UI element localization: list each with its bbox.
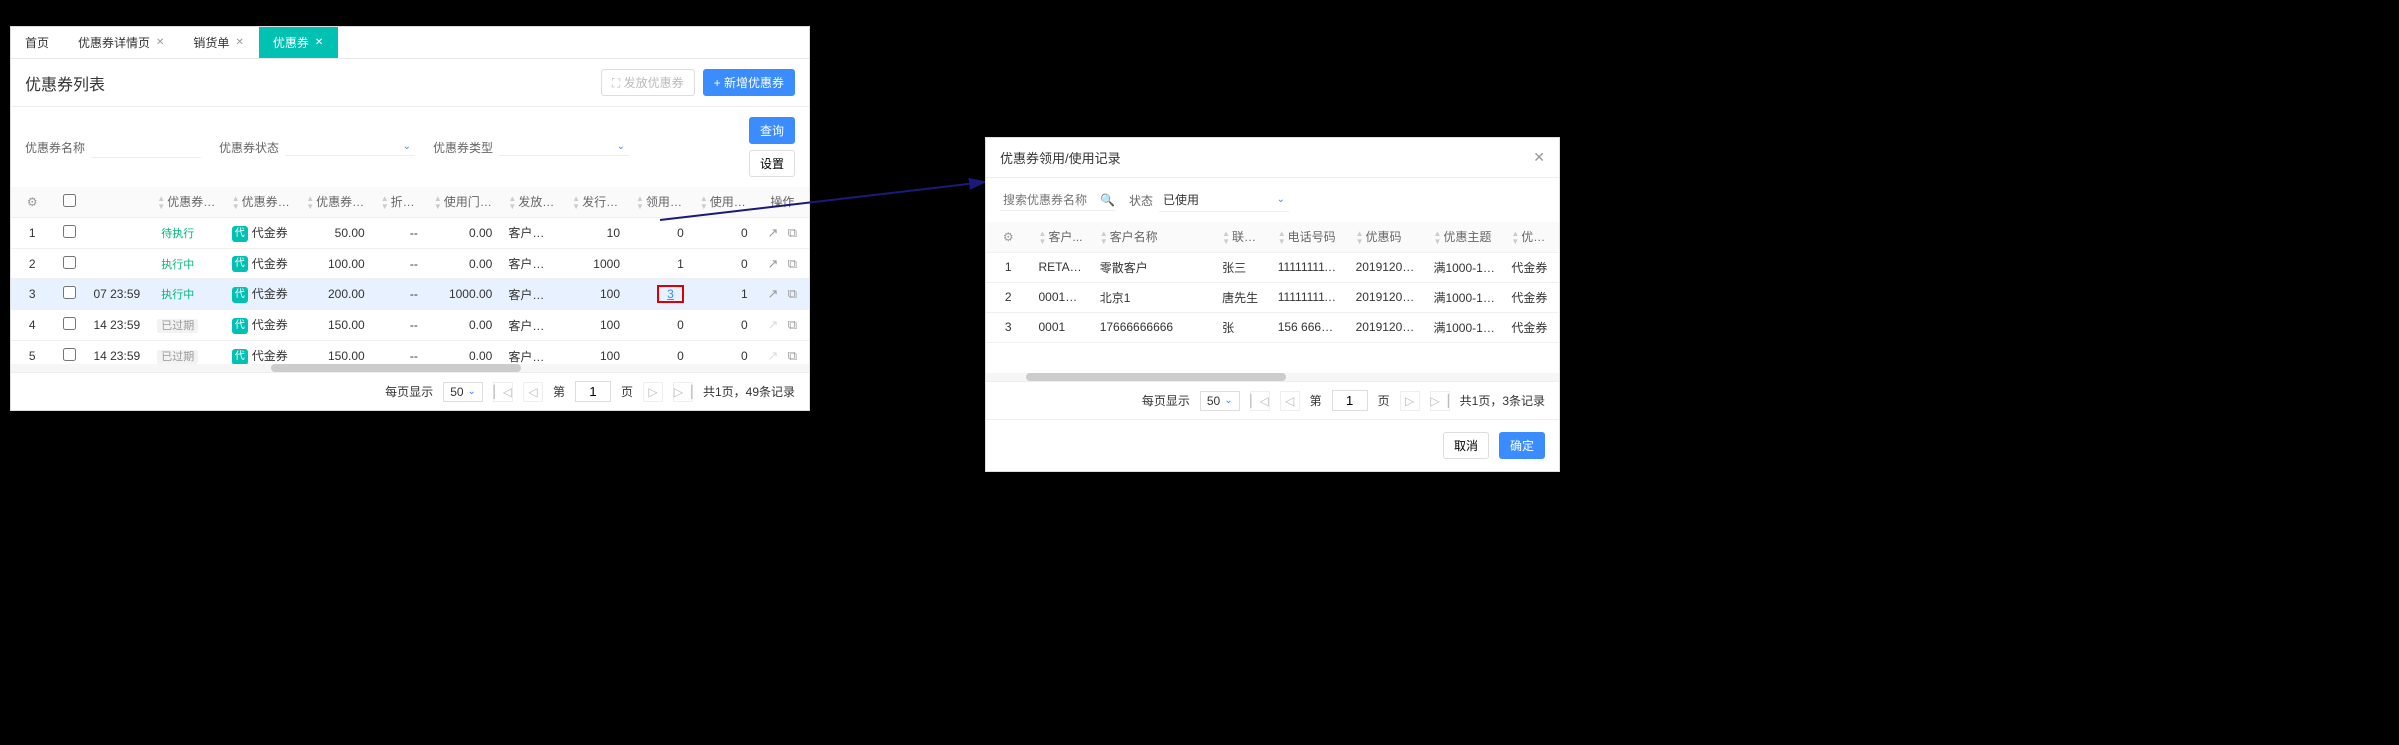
close-icon[interactable]: ✕ xyxy=(235,37,243,48)
distribute-coupon-button[interactable]: ⛶ 发放优惠券 xyxy=(601,69,695,96)
voucher-icon: 代 xyxy=(232,226,248,242)
select-all-checkbox[interactable] xyxy=(63,194,76,207)
query-button[interactable]: 查询 xyxy=(749,117,795,144)
chevron-down-icon: ⌄ xyxy=(1277,194,1285,205)
filter-status-label: 优惠券状态 xyxy=(219,139,279,156)
gear-icon[interactable] xyxy=(1003,230,1014,244)
qrcode-icon[interactable]: ⧉ xyxy=(788,317,797,332)
chevron-down-icon: ⌄ xyxy=(468,386,476,397)
modal-search-box: 🔍 xyxy=(1000,190,1115,211)
ok-button[interactable]: 确定 xyxy=(1499,432,1545,459)
page-input[interactable] xyxy=(575,381,611,402)
tab-首页[interactable]: 首页 xyxy=(11,27,64,58)
share-icon[interactable]: ↗ xyxy=(768,256,779,271)
filter-bar: 优惠券名称 优惠券状态 ⌄ 优惠券类型 ⌄ 查询 设置 xyxy=(11,107,809,187)
first-page-button[interactable]: ▏◁ xyxy=(493,382,513,402)
close-icon[interactable]: ✕ xyxy=(315,37,323,48)
chevron-down-icon: ⌄ xyxy=(617,141,625,152)
modal-per-page-select[interactable]: 50⌄ xyxy=(1200,391,1240,411)
qrcode-icon[interactable]: ⧉ xyxy=(788,286,797,301)
modal-title: 优惠券领用/使用记录 xyxy=(1000,148,1121,167)
share-icon[interactable]: ↗ xyxy=(768,286,779,301)
status-badge: 执行中 xyxy=(157,258,198,272)
claim-count-link[interactable]: 3 xyxy=(657,285,684,303)
next-page-button[interactable]: ▷ xyxy=(643,382,663,402)
share-icon: ↗ xyxy=(768,317,779,332)
share-icon: ↗ xyxy=(768,348,779,363)
horizontal-scrollbar[interactable] xyxy=(986,373,1559,381)
filter-status-select[interactable]: ⌄ xyxy=(285,138,415,156)
page-tabs: 首页优惠券详情页✕销货单✕优惠券✕ xyxy=(11,27,809,59)
tab-优惠券[interactable]: 优惠券✕ xyxy=(259,27,338,58)
horizontal-scrollbar[interactable] xyxy=(11,364,809,372)
gift-icon: ⛶ xyxy=(612,76,620,90)
chevron-down-icon: ⌄ xyxy=(403,141,411,152)
voucher-icon: 代 xyxy=(232,256,248,272)
last-page-button[interactable]: ▷▕ xyxy=(1430,391,1450,411)
pagination: 每页显示 50⌄ ▏◁ ◁ 第 页 ▷ ▷▕ 共1页，49条记录 xyxy=(11,372,809,410)
search-icon[interactable]: 🔍 xyxy=(1100,193,1115,207)
usage-record-modal: 优惠券领用/使用记录 ✕ 🔍 状态 已使用⌄ ▲▼客户... ▲▼客户名称 ▲▼… xyxy=(985,137,1560,472)
status-badge: 已过期 xyxy=(157,319,198,333)
table-row[interactable]: 4 14 23:59 已过期 代代金券 150.00 -- 0.00 客户领取 … xyxy=(11,310,809,341)
settings-button[interactable]: 设置 xyxy=(749,150,795,177)
close-icon[interactable]: ✕ xyxy=(156,37,164,48)
page-title: 优惠券列表 xyxy=(25,71,105,95)
row-checkbox[interactable] xyxy=(63,256,76,269)
qrcode-icon[interactable]: ⧉ xyxy=(788,348,797,363)
voucher-icon: 代 xyxy=(232,318,248,334)
tab-销货单[interactable]: 销货单✕ xyxy=(179,27,258,58)
prev-page-button[interactable]: ◁ xyxy=(1280,391,1300,411)
filter-name-label: 优惠券名称 xyxy=(25,139,85,156)
table-row[interactable]: 5 14 23:59 已过期 代代金券 150.00 -- 0.00 客户领取 … xyxy=(11,341,809,364)
modal-page-input[interactable] xyxy=(1332,390,1368,411)
voucher-icon: 代 xyxy=(232,349,248,364)
coupon-list-panel: 首页优惠券详情页✕销货单✕优惠券✕ 优惠券列表 ⛶ 发放优惠券 + 新增优惠券 … xyxy=(10,26,810,411)
table-row[interactable]: 1 待执行 代代金券 50.00 -- 0.00 客户领取 10 0 0 ↗ ⧉ xyxy=(11,217,809,248)
qrcode-icon[interactable]: ⧉ xyxy=(788,225,797,240)
status-badge: 待执行 xyxy=(157,227,198,241)
add-coupon-button[interactable]: + 新增优惠券 xyxy=(703,69,795,96)
row-checkbox[interactable] xyxy=(63,317,76,330)
coupon-table: ▲▼优惠券状态 ▲▼优惠券类型 ▲▼优惠券面值 ▲▼折扣% ▲▼使用门槛... … xyxy=(11,187,809,364)
table-row[interactable]: 2 00010001 北京1 唐先生 11111111111 2019120 7… xyxy=(986,282,1559,312)
coupon-table-wrap[interactable]: ▲▼优惠券状态 ▲▼优惠券类型 ▲▼优惠券面值 ▲▼折扣% ▲▼使用门槛... … xyxy=(11,187,809,364)
chevron-down-icon: ⌄ xyxy=(1224,395,1232,406)
table-row[interactable]: 3 07 23:59 执行中 代代金券 200.00 -- 1000.00 客户… xyxy=(11,279,809,310)
status-badge: 已过期 xyxy=(157,350,198,364)
qrcode-icon[interactable]: ⧉ xyxy=(788,256,797,271)
modal-status-select[interactable]: 已使用⌄ xyxy=(1159,188,1289,212)
filter-name-input[interactable] xyxy=(91,136,201,158)
row-checkbox[interactable] xyxy=(63,286,76,299)
usage-table: ▲▼客户... ▲▼客户名称 ▲▼联系人 ▲▼电话号码 ▲▼优惠码 ▲▼优惠主题… xyxy=(986,222,1559,343)
close-icon[interactable]: ✕ xyxy=(1533,149,1545,166)
tab-优惠券详情页[interactable]: 优惠券详情页✕ xyxy=(64,27,179,58)
voucher-icon: 代 xyxy=(232,287,248,303)
cancel-button[interactable]: 取消 xyxy=(1443,432,1489,459)
table-row[interactable]: 1 RETAIL... 零散客户 张三 11111111111 2019120 … xyxy=(986,252,1559,282)
per-page-select[interactable]: 50⌄ xyxy=(443,382,483,402)
modal-status-label: 状态 xyxy=(1129,192,1153,209)
table-row[interactable]: 2 执行中 代代金券 100.00 -- 0.00 客户领取 1000 1 0 … xyxy=(11,248,809,279)
gear-icon[interactable] xyxy=(27,195,38,209)
modal-pagination: 每页显示 50⌄ ▏◁ ◁ 第 页 ▷ ▷▕ 共1页，3条记录 xyxy=(986,381,1559,419)
filter-type-label: 优惠券类型 xyxy=(433,139,493,156)
modal-table-wrap[interactable]: ▲▼客户... ▲▼客户名称 ▲▼联系人 ▲▼电话号码 ▲▼优惠码 ▲▼优惠主题… xyxy=(986,222,1559,373)
table-row[interactable]: 3 0001 17666666666 张 156 6666 ... 201912… xyxy=(986,312,1559,342)
share-icon[interactable]: ↗ xyxy=(768,225,779,240)
title-bar: 优惠券列表 ⛶ 发放优惠券 + 新增优惠券 xyxy=(11,59,809,107)
status-badge: 执行中 xyxy=(157,288,198,302)
next-page-button[interactable]: ▷ xyxy=(1400,391,1420,411)
filter-type-select[interactable]: ⌄ xyxy=(499,138,629,156)
prev-page-button[interactable]: ◁ xyxy=(523,382,543,402)
row-checkbox[interactable] xyxy=(63,348,76,361)
row-checkbox[interactable] xyxy=(63,225,76,238)
last-page-button[interactable]: ▷▕ xyxy=(673,382,693,402)
first-page-button[interactable]: ▏◁ xyxy=(1250,391,1270,411)
modal-search-input[interactable] xyxy=(1000,190,1100,210)
